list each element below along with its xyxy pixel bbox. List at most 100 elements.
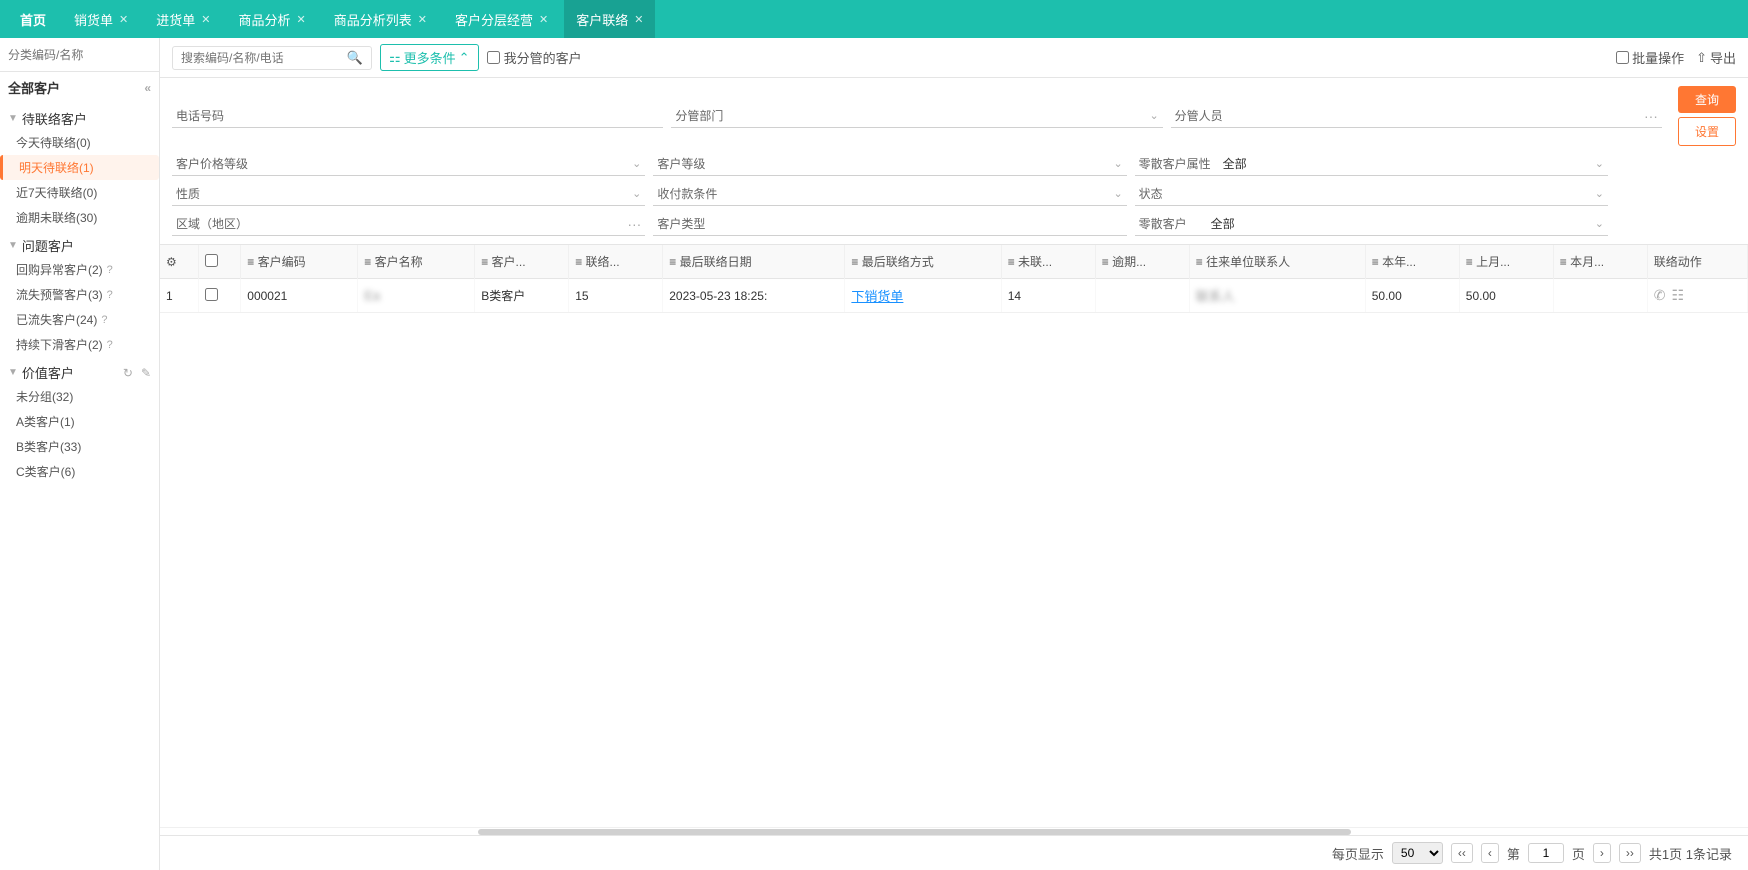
sidebar-item-7days[interactable]: 近7天待联络(0) [0,180,159,205]
filter-status[interactable]: 状态 ⌄ [1135,182,1608,206]
filter-price-level[interactable]: 客户价格等级 ⌄ [172,152,645,176]
first-page-btn[interactable]: ‹‹ [1451,843,1473,863]
sidebar-item-unclassified[interactable]: 未分组(32) [0,384,159,409]
nav-goods-list[interactable]: 商品分析列表 ✕ [322,0,439,38]
th-overdue: ≡ 逾期... [1095,245,1189,279]
nav-goods-analysis[interactable]: 商品分析 ✕ [226,0,317,38]
value-refresh-icon[interactable]: ↻ [123,366,133,380]
sidebar-group-pending: ▼ 待联络客户 [0,103,159,130]
advanced-filter: 电话号码 分管部门 ⌄ 分管人员 ··· 查询 设置 [160,78,1748,245]
content-area: 🔍 ⚏ 更多条件 ⌃ 我分管的客户 批量操作 ⇧ 导出 [160,38,1748,870]
sidebar-item-loss-warning[interactable]: 流失预警客户(3) ? [0,282,159,307]
dots-icon[interactable]: ··· [1644,108,1658,124]
td-checkbox [198,279,241,313]
query-button[interactable]: 查询 [1678,86,1736,113]
nav-sales[interactable]: 销货单 ✕ [62,0,140,38]
sidebar-item-overdue[interactable]: 逾期未联络(30) [0,205,159,230]
td-last-date: 2023-05-23 18:25: [663,279,845,313]
sidebar-item-abnormal[interactable]: 回购异常客户(2) ? [0,257,159,282]
chevron-down-icon-2: ⌄ [632,157,641,170]
close-purchase-icon[interactable]: ✕ [201,13,210,26]
td-last-method: 下销货单 [845,279,1001,313]
sidebar-item-class-c[interactable]: C类客户(6) [0,459,159,484]
select-all-checkbox[interactable] [205,254,218,267]
th-contact: ≡ 联络... [569,245,663,279]
prev-page-btn[interactable]: ‹ [1481,843,1499,863]
filter-customer-level[interactable]: 客户等级 ⌄ [653,152,1126,176]
grid-icon[interactable]: ☷ [1672,287,1685,304]
page-input[interactable] [1528,843,1564,863]
nav-purchase[interactable]: 进货单 ✕ [144,0,222,38]
sidebar-search-input[interactable] [8,48,160,62]
help-icon: ? [107,264,113,276]
page-size-label: 每页显示 [1332,844,1384,863]
close-sales-icon[interactable]: ✕ [119,13,128,26]
settings-button[interactable]: 设置 [1678,117,1736,146]
filter-action-buttons: 查询 设置 [1678,86,1736,146]
next-page-btn[interactable]: › [1593,843,1611,863]
close-goods-list-icon[interactable]: ✕ [418,13,427,26]
sidebar: 🔍 全部客户 « ▼ 待联络客户 今天待联络(0) 明天待联络(1) 近7天待联… [0,38,160,870]
nav-customer-contact[interactable]: 客户联络 ✕ [564,0,655,38]
row-checkbox[interactable] [205,288,218,301]
nav-customer-tier[interactable]: 客户分层经营 ✕ [443,0,560,38]
phone-icon[interactable]: ✆ [1654,287,1666,304]
main-layout: 🔍 全部客户 « ▼ 待联络客户 今天待联络(0) 明天待联络(1) 近7天待联… [0,38,1748,870]
close-goods-analysis-icon[interactable]: ✕ [297,13,306,26]
filter-retail-attr[interactable]: 零散客户属性 全部 ⌄ [1135,152,1608,176]
sidebar-item-tomorrow[interactable]: 明天待联络(1) [0,155,159,180]
filter-person[interactable]: 分管人员 ··· [1171,104,1662,128]
chevron-down-icon-3: ⌄ [1113,157,1122,170]
th-uncontacted: ≡ 未联... [1001,245,1095,279]
sidebar-item-class-b[interactable]: B类客户(33) [0,434,159,459]
filter-row-4: 区域（地区） ··· 客户类型 零散客户 全部 ⌄ [172,212,1736,236]
filter-phone: 电话号码 [172,104,663,128]
filter-payment[interactable]: 收付款条件 ⌄ [653,182,1126,206]
more-conditions-btn[interactable]: ⚏ 更多条件 ⌃ [380,44,479,71]
arrow-icon-3: ▼ [8,367,18,378]
nav-home[interactable]: 首页 [8,0,58,38]
sidebar-group-value: ▼ 价值客户 ↻ ✎ [0,357,159,384]
help-icon-2: ? [107,289,113,301]
sidebar-item-class-a[interactable]: A类客户(1) [0,409,159,434]
close-customer-tier-icon[interactable]: ✕ [539,13,548,26]
chevron-down-icon-5: ⌄ [632,187,641,200]
filter-customer-type[interactable]: 客户类型 [653,212,1126,236]
chevron-up-icon: ⌃ [459,50,470,66]
export-btn[interactable]: ⇧ 导出 [1696,48,1736,67]
td-contact: 15 [569,279,663,313]
filter-row-3: 性质 ⌄ 收付款条件 ⌄ 状态 ⌄ [172,182,1736,206]
td-this-year: 50.00 [1365,279,1459,313]
main-search-icon[interactable]: 🔍 [347,50,363,66]
filter-dept[interactable]: 分管部门 ⌄ [671,104,1162,128]
page-label: 第 [1507,844,1520,863]
filter-retail-customer[interactable]: 零散客户 全部 ⌄ [1135,212,1608,236]
total-records: 共1页 1条记录 [1649,844,1732,863]
page-size-select[interactable]: 10 20 50 100 [1392,842,1443,864]
horizontal-scrollbar[interactable] [160,827,1748,835]
sidebar-item-today[interactable]: 今天待联络(0) [0,130,159,155]
value-edit-icon[interactable]: ✎ [141,366,151,380]
th-this-year: ≡ 本年... [1365,245,1459,279]
table-area: ⚙ ≡ 客户编码 ≡ 客户名称 ≡ 客户... ≡ 联络... ≡ 最后联络日期… [160,245,1748,827]
sidebar-item-declining[interactable]: 持续下滑客户(2) ? [0,332,159,357]
filter-nature[interactable]: 性质 ⌄ [172,182,645,206]
filter-region[interactable]: 区域（地区） ··· [172,212,645,236]
main-search-input[interactable] [181,51,343,65]
sidebar-item-lost[interactable]: 已流失客户(24) ? [0,307,159,332]
my-customers-checkbox[interactable] [487,51,500,64]
chevron-down-icon-6: ⌄ [1113,187,1122,200]
th-settings[interactable]: ⚙ [160,245,198,279]
td-overdue [1095,279,1189,313]
batch-op-checkbox[interactable] [1616,51,1629,64]
last-method-link[interactable]: 下销货单 [851,289,903,304]
td-actions: ✆ ☷ [1647,279,1747,313]
last-page-btn[interactable]: ›› [1619,843,1641,863]
batch-op-btn[interactable]: 批量操作 [1616,48,1684,67]
customer-table: ⚙ ≡ 客户编码 ≡ 客户名称 ≡ 客户... ≡ 联络... ≡ 最后联络日期… [160,245,1748,313]
close-customer-contact-icon[interactable]: ✕ [634,13,643,26]
dots-icon-2[interactable]: ··· [627,216,641,232]
help-icon-3: ? [101,314,107,326]
chevron-down-icon-8: ⌄ [1595,217,1604,230]
sidebar-all-customers[interactable]: 全部客户 « [0,72,159,103]
